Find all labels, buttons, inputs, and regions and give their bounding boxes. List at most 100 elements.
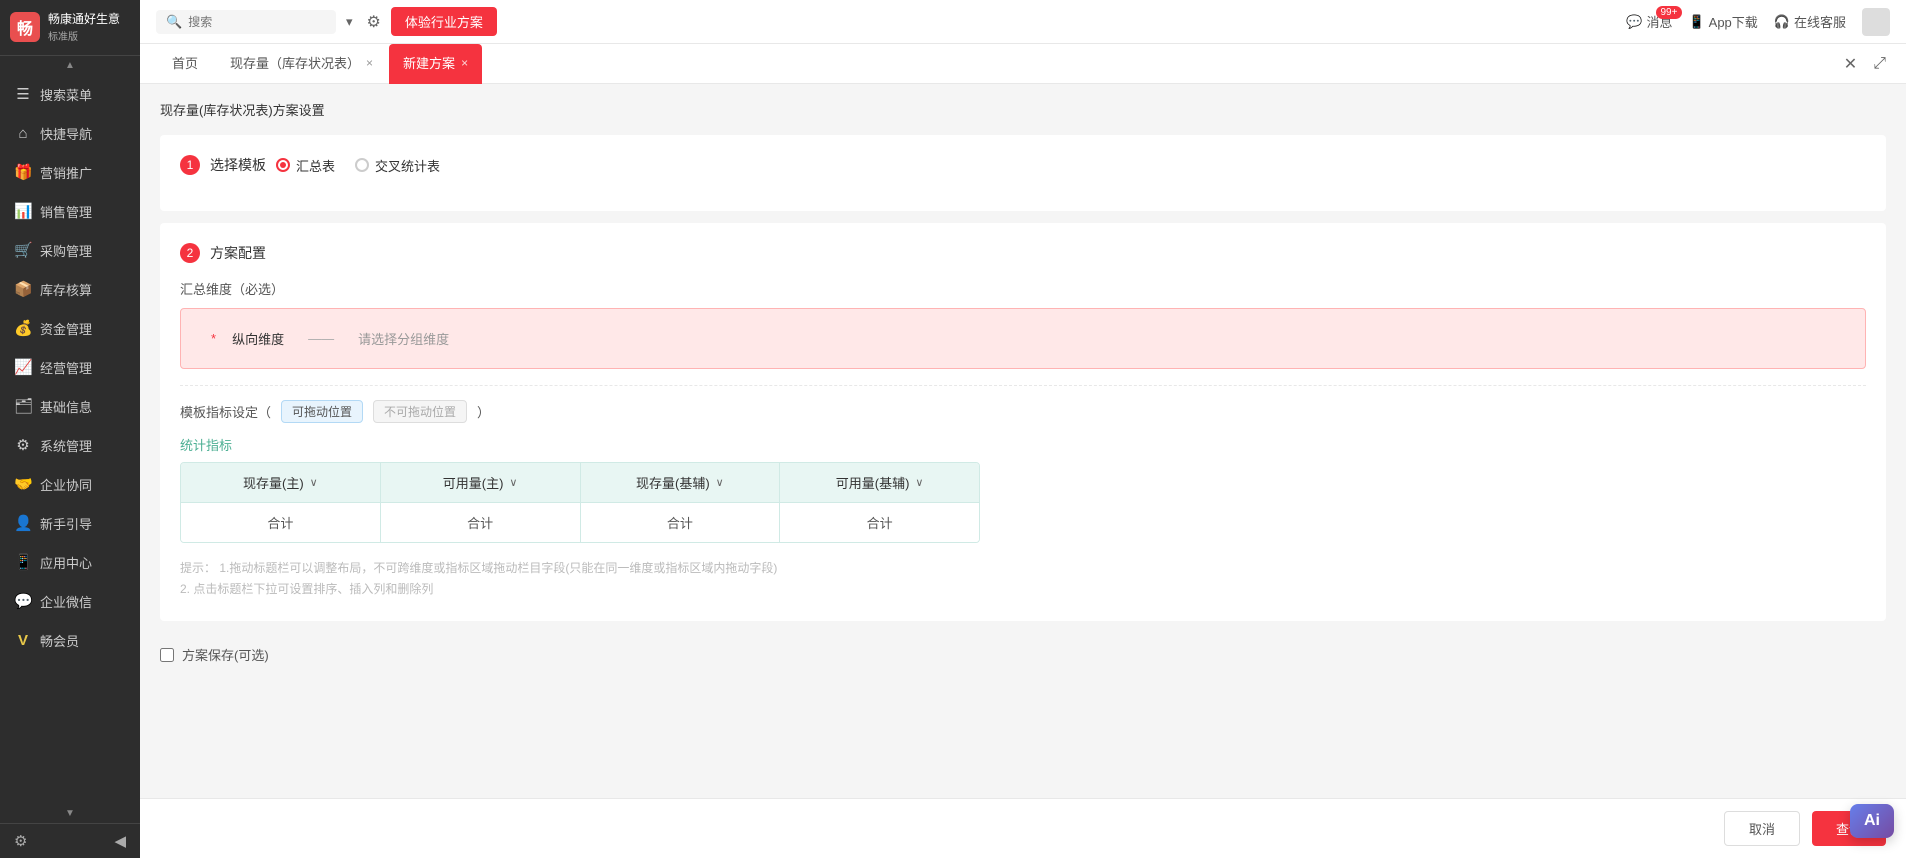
save-scheme-checkbox[interactable] bbox=[160, 648, 174, 662]
tab-inventory-label: 现存量（库存状况表） bbox=[230, 53, 360, 72]
member-icon: V bbox=[14, 632, 32, 649]
online-service-label: 在线客服 bbox=[1794, 12, 1846, 31]
indicator-settings-row: 模板指标设定（ 可拖动位置 不可拖动位置 ） bbox=[180, 400, 1866, 423]
new-guide-icon: 👤 bbox=[14, 514, 32, 532]
app-download-icon: 📱 bbox=[1688, 14, 1704, 30]
tips-title: 提示： bbox=[180, 561, 216, 575]
app-download-button[interactable]: 📱 App下载 bbox=[1688, 12, 1757, 31]
stats-col-body-2: 合计 bbox=[581, 502, 781, 542]
dimension-box[interactable]: * 纵向维度 —— 请选择分组维度 bbox=[180, 308, 1866, 369]
stats-table-body: 合计 合计 合计 合计 bbox=[181, 502, 979, 542]
sidebar-item-sales[interactable]: 📊 销售管理 bbox=[0, 192, 140, 231]
required-mark: * bbox=[211, 331, 216, 346]
sidebar-item-app-center[interactable]: 📱 应用中心 bbox=[0, 543, 140, 582]
sidebar-item-label: 应用中心 bbox=[40, 553, 92, 572]
sidebar-item-quick-nav[interactable]: ⌂ 快捷导航 bbox=[0, 114, 140, 153]
cancel-button[interactable]: 取消 bbox=[1724, 811, 1800, 846]
tab-home[interactable]: 首页 bbox=[156, 44, 214, 84]
topbar-settings-icon[interactable]: ⚙ bbox=[367, 12, 381, 32]
content-area: 现存量(库存状况表)方案设置 1 选择模板 汇总表 交叉统计表 bbox=[140, 84, 1906, 798]
sales-icon: 📊 bbox=[14, 202, 32, 220]
sidebar-item-label: 新手引导 bbox=[40, 514, 92, 533]
sidebar-item-inventory[interactable]: 📦 库存核算 bbox=[0, 270, 140, 309]
sidebar-item-label: 快捷导航 bbox=[40, 124, 92, 143]
search-menu-icon: ☰ bbox=[14, 85, 32, 103]
radio-summary-label: 汇总表 bbox=[296, 156, 335, 175]
tab-new-scheme[interactable]: 新建方案 × bbox=[389, 44, 482, 84]
window-close-button[interactable]: ✕ bbox=[1840, 50, 1861, 78]
sidebar-item-label: 基础信息 bbox=[40, 397, 92, 416]
sidebar-scroll-up[interactable]: ▲ bbox=[0, 56, 140, 75]
sidebar-item-purchase[interactable]: 🛒 采购管理 bbox=[0, 231, 140, 270]
tab-home-label: 首页 bbox=[172, 53, 198, 72]
sidebar-item-finance[interactable]: 💰 资金管理 bbox=[0, 309, 140, 348]
tab-new-scheme-close[interactable]: × bbox=[461, 56, 468, 70]
sidebar-scroll-down[interactable]: ▼ bbox=[0, 804, 140, 823]
app-center-icon: 📱 bbox=[14, 553, 32, 571]
message-button[interactable]: 💬 消息 99+ bbox=[1626, 12, 1672, 31]
footer-settings-icon[interactable]: ⚙ bbox=[14, 832, 27, 850]
sidebar-item-system[interactable]: ⚙ 系统管理 bbox=[0, 426, 140, 465]
sidebar-item-new-guide[interactable]: 👤 新手引导 bbox=[0, 504, 140, 543]
step2-card: 2 方案配置 汇总维度（必选） * 纵向维度 —— 请选择分组维度 模板指标设定… bbox=[160, 223, 1886, 621]
stats-col-body-0: 合计 bbox=[181, 502, 381, 542]
sidebar-item-wechat[interactable]: 💬 企业微信 bbox=[0, 582, 140, 621]
stats-col-header-3[interactable]: 可用量(基辅) ∨ bbox=[780, 463, 979, 502]
chevron-down-icon-1: ∨ bbox=[509, 476, 517, 489]
step2-header: 2 方案配置 bbox=[180, 243, 1866, 263]
step1-card: 1 选择模板 汇总表 交叉统计表 bbox=[160, 135, 1886, 211]
topbar-search-box[interactable]: 🔍 bbox=[156, 10, 336, 34]
tab-inventory-status[interactable]: 现存量（库存状况表） × bbox=[214, 44, 389, 84]
sidebar-item-label: 系统管理 bbox=[40, 436, 92, 455]
radio-cross-label: 交叉统计表 bbox=[375, 156, 440, 175]
page-title: 现存量(库存状况表)方案设置 bbox=[160, 100, 1886, 119]
chevron-down-icon-0: ∨ bbox=[310, 476, 318, 489]
stats-col-header-2[interactable]: 现存量(基辅) ∨ bbox=[581, 463, 781, 502]
sidebar-item-basic-info[interactable]: 🗂 基础信息 bbox=[0, 387, 140, 426]
tip-line-1: 提示： 1.拖动标题栏可以调整布局，不可跨维度或指标区域拖动栏目字段(只能在同一… bbox=[180, 559, 1866, 576]
sidebar-item-label: 企业微信 bbox=[40, 592, 92, 611]
sidebar-item-search-menu[interactable]: ☰ 搜索菜单 bbox=[0, 75, 140, 114]
sidebar-item-operation[interactable]: 📈 经营管理 bbox=[0, 348, 140, 387]
trial-button[interactable]: 体验行业方案 bbox=[391, 7, 497, 36]
sidebar-logo: 畅 畅康通好生意 标准版 bbox=[0, 0, 140, 56]
chevron-down-icon-2: ∨ bbox=[716, 476, 724, 489]
stats-section-title: 统计指标 bbox=[180, 435, 1866, 454]
sidebar-item-label: 库存核算 bbox=[40, 280, 92, 299]
sidebar: 畅 畅康通好生意 标准版 ▲ ☰ 搜索菜单 ⌂ 快捷导航 🎁 营销推广 📊 销售… bbox=[0, 0, 140, 858]
stats-col-header-0[interactable]: 现存量(主) ∨ bbox=[181, 463, 381, 502]
stats-col-header-1[interactable]: 可用量(主) ∨ bbox=[381, 463, 581, 502]
sidebar-item-member[interactable]: V 畅会员 bbox=[0, 621, 140, 660]
dimension-label: 纵向维度 bbox=[232, 329, 284, 348]
tabs-window-controls: ✕ ⤢ bbox=[1840, 50, 1890, 78]
bottom-bar: 取消 查询 bbox=[140, 798, 1906, 858]
inventory-icon: 📦 bbox=[14, 280, 32, 298]
service-icon: 🎧 bbox=[1774, 14, 1790, 30]
topbar-dropdown-button[interactable]: ▾ bbox=[346, 14, 353, 30]
user-avatar[interactable] bbox=[1862, 8, 1890, 36]
radio-cross[interactable]: 交叉统计表 bbox=[355, 156, 440, 175]
quick-nav-icon: ⌂ bbox=[14, 125, 32, 142]
sidebar-footer: ⚙ ◀ bbox=[0, 823, 140, 858]
sidebar-item-cooperation[interactable]: 🤝 企业协同 bbox=[0, 465, 140, 504]
step1-title: 选择模板 bbox=[210, 155, 266, 175]
operation-icon: 📈 bbox=[14, 358, 32, 376]
window-expand-button[interactable]: ⤢ bbox=[1869, 50, 1890, 78]
stats-col-body-3: 合计 bbox=[780, 502, 979, 542]
online-service-button[interactable]: 🎧 在线客服 bbox=[1774, 12, 1846, 31]
sidebar-nav: ☰ 搜索菜单 ⌂ 快捷导航 🎁 营销推广 📊 销售管理 🛒 采购管理 📦 库存核… bbox=[0, 75, 140, 804]
divider-1 bbox=[180, 385, 1866, 386]
sidebar-item-marketing[interactable]: 🎁 营销推广 bbox=[0, 153, 140, 192]
stats-table-header: 现存量(主) ∨ 可用量(主) ∨ 现存量(基辅) ∨ 可用量(基辅) ∨ bbox=[181, 463, 979, 502]
radio-summary[interactable]: 汇总表 bbox=[276, 156, 335, 175]
indicator-settings-label: 模板指标设定（ bbox=[180, 402, 271, 421]
purchase-icon: 🛒 bbox=[14, 241, 32, 259]
basic-info-icon: 🗂 bbox=[14, 397, 32, 415]
tab-inventory-close[interactable]: × bbox=[366, 56, 373, 70]
chevron-down-icon-3: ∨ bbox=[915, 476, 923, 489]
logo-text: 畅康通好生意 bbox=[48, 12, 120, 28]
footer-toggle-icon[interactable]: ◀ bbox=[114, 832, 126, 850]
ai-fab-button[interactable]: Ai bbox=[1850, 804, 1894, 838]
save-scheme-label: 方案保存(可选) bbox=[182, 645, 269, 664]
search-input[interactable] bbox=[188, 15, 308, 29]
